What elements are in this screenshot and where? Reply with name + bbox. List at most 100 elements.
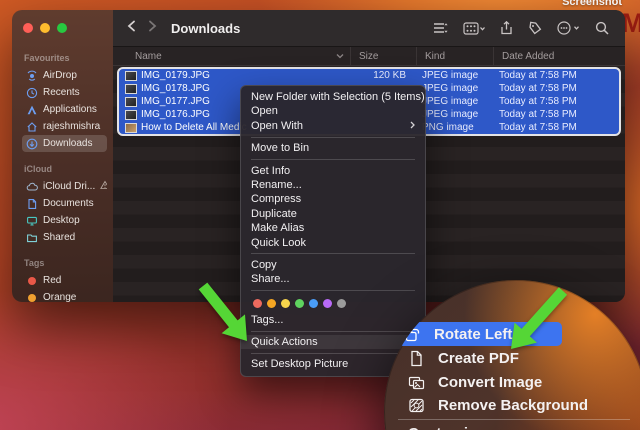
minimize-button[interactable]	[40, 23, 50, 33]
column-date-added[interactable]: Date Added	[493, 47, 625, 65]
convert-image-icon	[408, 374, 425, 391]
cloud-icon	[26, 181, 38, 193]
sidebar-item-label: Desktop	[43, 215, 80, 226]
menu-item-compress[interactable]: Compress	[241, 192, 425, 206]
sidebar-item-home[interactable]: rajeshmishra	[22, 118, 107, 135]
tags-header: Tags	[24, 258, 45, 268]
red-tag-icon	[28, 276, 36, 285]
tag-gray-swatch[interactable]	[337, 299, 346, 309]
menu-item-copy[interactable]: Copy	[241, 258, 425, 272]
sidebar-item-airdrop[interactable]: AirDrop	[22, 67, 107, 84]
sidebar-item-label: Orange	[43, 292, 77, 302]
menu-separator	[251, 136, 415, 138]
clock-icon	[26, 87, 38, 99]
tag-blue-swatch[interactable]	[309, 299, 318, 309]
sidebar-item-label: Shared	[43, 232, 76, 243]
close-button[interactable]	[23, 23, 33, 33]
group-button[interactable]	[463, 21, 485, 35]
sidebar: Favourites AirDrop Recents Applications	[12, 10, 113, 302]
shared-folder-icon	[26, 232, 38, 244]
screenshot-text: Screenshot	[562, 0, 622, 8]
icloud-header: iCloud	[24, 164, 52, 174]
more-button[interactable]	[557, 21, 580, 35]
pdf-document-icon	[408, 350, 425, 367]
tag-orange-swatch[interactable]	[267, 299, 276, 309]
jpeg-thumbnail-icon	[125, 83, 137, 94]
remove-background-icon	[408, 397, 425, 414]
search-button[interactable]	[595, 21, 609, 35]
sidebar-item-tag-red[interactable]: Red	[22, 272, 107, 289]
sidebar-item-label: Recents	[43, 87, 80, 98]
menu-separator	[251, 253, 415, 255]
quick-action-create-pdf[interactable]: Create PDF	[402, 346, 630, 370]
forward-button[interactable]	[148, 19, 157, 37]
menu-separator	[251, 352, 415, 354]
rotate-left-icon	[404, 326, 421, 343]
submenu-arrow-icon	[410, 119, 415, 133]
menu-item-open[interactable]: Open	[241, 104, 425, 118]
jpeg-thumbnail-icon	[125, 96, 137, 107]
desktop: Screenshot M Favourites AirDrop Recents …	[0, 0, 640, 430]
menu-item-share[interactable]: Share...	[241, 272, 425, 286]
quick-action-rotate-left[interactable]: Rotate Left	[398, 322, 562, 346]
document-icon	[26, 198, 38, 210]
airdrop-icon	[26, 70, 38, 82]
file-row[interactable]: IMG_0179.JPG 120 KB JPEG image Today at …	[119, 69, 619, 82]
sidebar-item-label: Documents	[43, 198, 94, 209]
toolbar: Downloads	[113, 10, 625, 47]
applications-icon	[26, 104, 38, 116]
sort-chevron-icon	[336, 51, 344, 62]
sidebar-item-icloud-drive[interactable]: iCloud Dri...	[22, 178, 107, 195]
share-button[interactable]	[500, 21, 513, 35]
sidebar-item-label: rajeshmishra	[43, 121, 101, 132]
tag-color-row	[241, 295, 425, 313]
menu-item-move-to-bin[interactable]: Move to Bin	[241, 141, 425, 155]
desktop-icon	[26, 215, 38, 227]
sidebar-item-label: iCloud Dri...	[43, 181, 96, 192]
tag-green-swatch[interactable]	[295, 299, 304, 309]
tag-red-swatch[interactable]	[253, 299, 262, 309]
menu-item-get-info[interactable]: Get Info	[241, 164, 425, 178]
quick-action-customise[interactable]: Customise...	[408, 425, 497, 430]
sidebar-item-desktop[interactable]: Desktop	[22, 212, 107, 229]
menu-item-open-with[interactable]: Open With	[241, 119, 425, 133]
menu-item-make-alias[interactable]: Make Alias	[241, 221, 425, 235]
sidebar-item-shared[interactable]: Shared	[22, 229, 107, 246]
favourites-header: Favourites	[24, 53, 70, 63]
menu-item-quick-look[interactable]: Quick Look	[241, 236, 425, 250]
menu-item-rename[interactable]: Rename...	[241, 178, 425, 192]
downloads-icon	[26, 138, 38, 150]
quick-action-remove-background[interactable]: Remove Background	[402, 393, 630, 417]
sidebar-item-recents[interactable]: Recents	[22, 84, 107, 101]
zoom-button[interactable]	[57, 23, 67, 33]
column-kind[interactable]: Kind	[416, 47, 493, 65]
column-size[interactable]: Size	[350, 47, 416, 65]
jpeg-thumbnail-icon	[125, 109, 137, 120]
menu-separator	[251, 159, 415, 161]
column-name[interactable]: Name	[113, 47, 350, 65]
back-button[interactable]	[127, 19, 136, 37]
view-options-button[interactable]	[433, 22, 448, 34]
jpeg-thumbnail-icon	[125, 70, 137, 81]
sidebar-item-label: Applications	[43, 104, 97, 115]
sidebar-item-tag-orange[interactable]: Orange	[22, 289, 107, 302]
window-controls	[12, 10, 113, 33]
menu-item-new-folder[interactable]: New Folder with Selection (5 Items)	[241, 90, 425, 104]
sidebar-item-applications[interactable]: Applications	[22, 101, 107, 118]
home-icon	[26, 121, 38, 133]
quick-action-convert-image[interactable]: Convert Image	[402, 370, 630, 394]
tag-button[interactable]	[528, 21, 542, 35]
menu-separator	[251, 290, 415, 292]
column-headers: Name Size Kind Date Added	[113, 47, 625, 66]
menu-item-duplicate[interactable]: Duplicate	[241, 207, 425, 221]
sidebar-item-label: Downloads	[43, 138, 93, 149]
sidebar-item-label: AirDrop	[43, 70, 77, 81]
warning-icon	[100, 180, 107, 193]
sidebar-item-documents[interactable]: Documents	[22, 195, 107, 212]
orange-tag-icon	[28, 293, 36, 302]
tag-yellow-swatch[interactable]	[281, 299, 290, 309]
tag-purple-swatch[interactable]	[323, 299, 332, 309]
menu-separator	[398, 419, 630, 420]
png-thumbnail-icon	[125, 122, 137, 133]
sidebar-item-downloads[interactable]: Downloads	[22, 135, 107, 152]
